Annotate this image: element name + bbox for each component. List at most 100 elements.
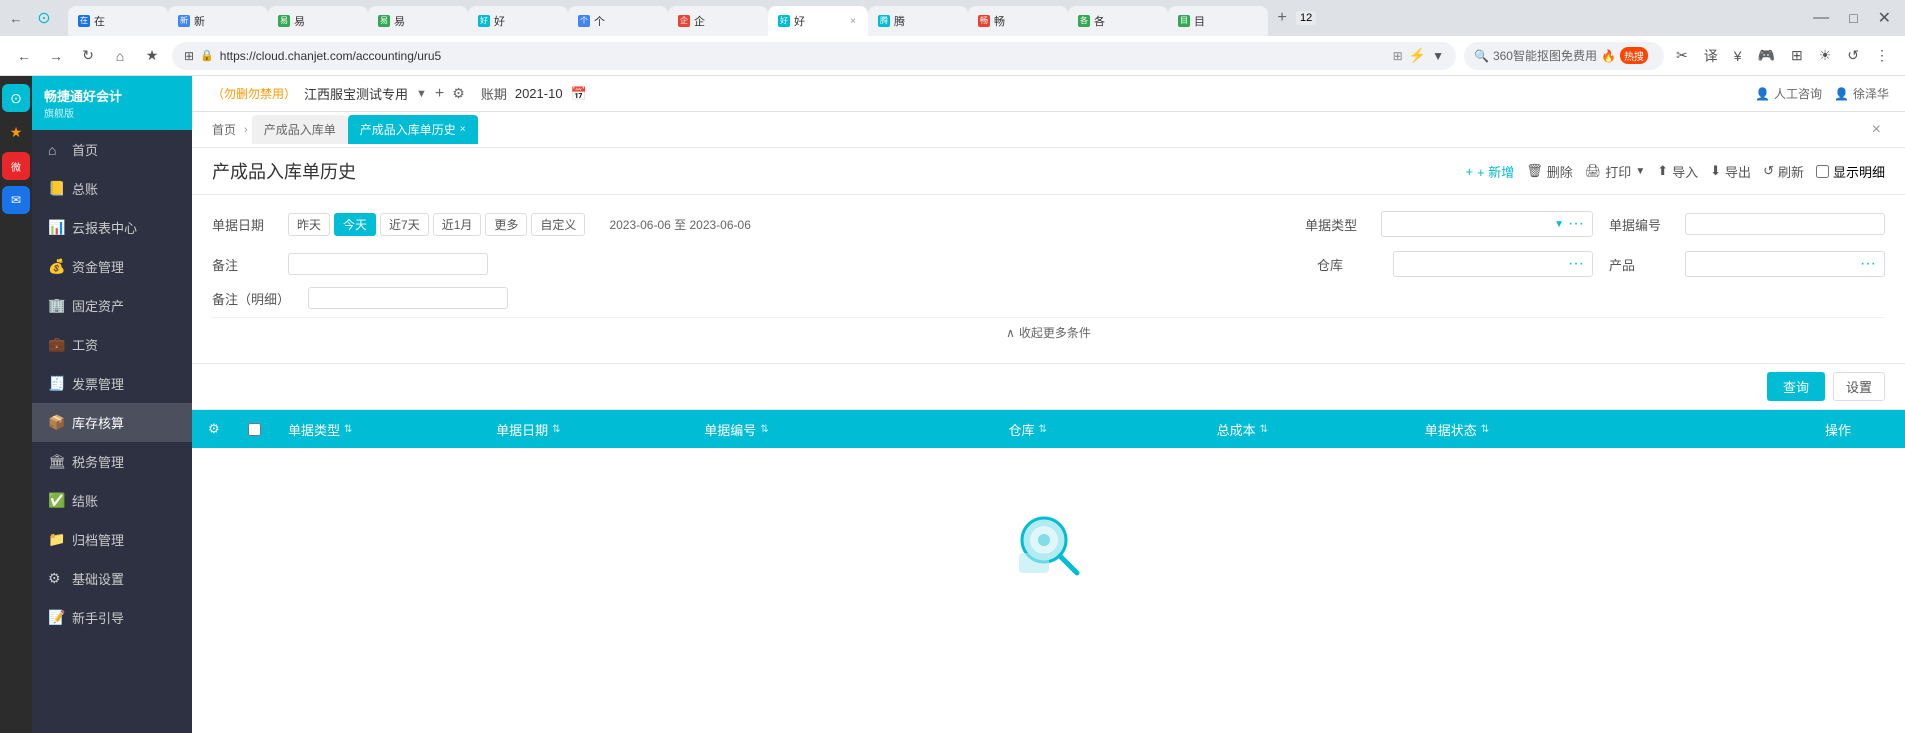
tab-item-8[interactable]: 好 好 ×: [768, 6, 868, 36]
sidebar-item-fixed[interactable]: 🏢 固定资产: [32, 286, 192, 325]
home-button[interactable]: ⌂: [108, 44, 132, 68]
undo-tool[interactable]: ↺: [1843, 43, 1863, 68]
delete-button[interactable]: 🗑 删除: [1526, 162, 1573, 181]
sidebar-item-funds[interactable]: 💰 资金管理: [32, 247, 192, 286]
date-btn-custom[interactable]: 自定义: [531, 213, 585, 236]
service-button[interactable]: 👤 人工咨询: [1755, 85, 1822, 102]
sidebar-item-checkout[interactable]: ✅ 结账: [32, 481, 192, 520]
close-window-button[interactable]: ✕: [1868, 8, 1901, 28]
refresh-button[interactable]: ↺ 刷新: [1763, 162, 1804, 181]
print-button[interactable]: 🖨 打印 ▼: [1585, 162, 1645, 181]
sidebar-header[interactable]: 畅捷通好会计 旗舰版: [32, 76, 192, 130]
product-dots-icon[interactable]: ···: [1860, 255, 1876, 273]
bookmark-button[interactable]: ★: [140, 44, 164, 68]
date-btn-more[interactable]: 更多: [485, 213, 527, 236]
account-dropdown[interactable]: ▼: [416, 88, 427, 100]
game-tool[interactable]: 🎮: [1754, 43, 1779, 68]
query-button[interactable]: 查询: [1767, 372, 1825, 401]
browser-back-icon[interactable]: ←: [4, 6, 28, 30]
th-warehouse[interactable]: 仓库 ⇅: [1000, 420, 1208, 439]
star-app-icon[interactable]: ★: [2, 118, 30, 146]
sidebar-item-newtype[interactable]: 📝 新手引导: [32, 598, 192, 637]
more-tool[interactable]: ⋮: [1871, 43, 1893, 68]
date-btn-1month[interactable]: 近1月: [433, 213, 482, 236]
user-avatar[interactable]: 👤 徐泽华: [1834, 85, 1889, 102]
th-checkbox[interactable]: [240, 423, 280, 436]
tab-item-3[interactable]: 易 易: [268, 6, 368, 36]
tab-item-11[interactable]: 各 各: [1068, 6, 1168, 36]
date-btn-today[interactable]: 今天: [334, 213, 376, 236]
mail-app-icon[interactable]: ✉: [2, 186, 30, 214]
tab-item-7[interactable]: 企 企: [668, 6, 768, 36]
add-button[interactable]: + + 新增: [1465, 162, 1514, 181]
tab-history[interactable]: 产成品入库单历史 ×: [348, 115, 478, 144]
import-button[interactable]: ⬆ 导入: [1657, 162, 1698, 181]
warehouse-dots-icon[interactable]: ···: [1568, 255, 1584, 273]
add-account-button[interactable]: +: [435, 85, 444, 103]
breadcrumb-home[interactable]: 首页: [208, 121, 240, 138]
expand-icon: ⊞: [1393, 49, 1403, 63]
minimize-button[interactable]: —: [1803, 9, 1839, 27]
scissors-tool[interactable]: ✂: [1672, 43, 1692, 68]
sidebar-item-inventory[interactable]: 📦 库存核算: [32, 403, 192, 442]
sidebar-item-ledger[interactable]: 📒 总账: [32, 169, 192, 208]
th-num[interactable]: 单据编号 ⇅: [696, 420, 1000, 439]
table-settings-icon[interactable]: ⚙: [208, 421, 220, 437]
browser-nav-icon[interactable]: ⊙: [32, 6, 56, 30]
sidebar-item-invoice[interactable]: 🧾 发票管理: [32, 364, 192, 403]
tab-item-4[interactable]: 易 易: [368, 6, 468, 36]
translate-tool[interactable]: 译: [1700, 42, 1722, 70]
page-header: 产成品入库单历史 + + 新增 🗑 删除 🖨 打印 ▼: [192, 148, 1905, 195]
tab-item-6[interactable]: 个 个: [568, 6, 668, 36]
tab-item-2[interactable]: 新 新: [168, 6, 268, 36]
th-date[interactable]: 单据日期 ⇅: [488, 420, 696, 439]
tab-item-1[interactable]: 在 在: [68, 6, 168, 36]
sidebar-item-settings[interactable]: ⚙ 基础设置: [32, 559, 192, 598]
dropdown-icon[interactable]: ▼: [1432, 49, 1444, 63]
num-filter-input[interactable]: [1685, 213, 1885, 235]
export-button[interactable]: ⬇ 导出: [1710, 162, 1751, 181]
search-bar[interactable]: 🔍 360智能抠图免费用 🔥 热搜: [1464, 42, 1664, 70]
tab-item-10[interactable]: 畅 畅: [968, 6, 1068, 36]
note-detail-input[interactable]: [308, 287, 508, 309]
th-type[interactable]: 单据类型 ⇅: [280, 420, 488, 439]
collapse-button[interactable]: ∧ 收起更多条件: [212, 317, 1885, 347]
settings-button[interactable]: 设置: [1833, 372, 1885, 401]
product-filter-select[interactable]: ···: [1685, 251, 1885, 277]
grid-tool[interactable]: ⊞: [1787, 43, 1807, 68]
tab-item-5[interactable]: 好 好: [468, 6, 568, 36]
th-cost[interactable]: 总成本 ⇅: [1209, 420, 1417, 439]
tab-list[interactable]: 产成品入库单: [252, 115, 348, 144]
back-button[interactable]: ←: [12, 44, 36, 68]
forward-button[interactable]: →: [44, 44, 68, 68]
weibo-app-icon[interactable]: 微: [2, 152, 30, 180]
sidebar-item-archive[interactable]: 📁 归档管理: [32, 520, 192, 559]
sidebar-item-home[interactable]: ⌂ 首页: [32, 130, 192, 169]
reload-button[interactable]: ↻: [76, 44, 100, 68]
close-panel-button[interactable]: ×: [1864, 121, 1889, 139]
sidebar-item-salary[interactable]: 💼 工资: [32, 325, 192, 364]
new-tab-button[interactable]: +: [1268, 4, 1296, 32]
sidebar-item-tax[interactable]: 🏛 税务管理: [32, 442, 192, 481]
show-columns-checkbox[interactable]: 显示明细: [1816, 162, 1885, 181]
calendar-icon[interactable]: 📅: [571, 86, 587, 102]
th-settings[interactable]: ⚙: [200, 421, 240, 437]
th-status[interactable]: 单据状态 ⇅: [1417, 420, 1625, 439]
tab-item-9[interactable]: 腾 腾: [868, 6, 968, 36]
brightness-tool[interactable]: ☀: [1815, 43, 1836, 68]
warehouse-filter-select[interactable]: ···: [1393, 251, 1593, 277]
tab-history-close[interactable]: ×: [460, 124, 466, 135]
home-app-icon[interactable]: ⊙: [2, 84, 30, 112]
address-bar[interactable]: ⊞ 🔒 https://cloud.chanjet.com/accounting…: [172, 42, 1456, 70]
date-btn-yesterday[interactable]: 昨天: [288, 213, 330, 236]
date-btn-7days[interactable]: 近7天: [380, 213, 429, 236]
yuan-tool[interactable]: ¥: [1730, 44, 1746, 68]
type-dots-icon[interactable]: ···: [1568, 215, 1584, 233]
tab-item-12[interactable]: 目 目: [1168, 6, 1268, 36]
tab-close-8[interactable]: ×: [848, 14, 858, 29]
maximize-button[interactable]: □: [1839, 10, 1867, 26]
note-filter-input[interactable]: [288, 253, 488, 275]
type-filter-select[interactable]: ▼ ···: [1381, 211, 1593, 237]
settings-gear-icon[interactable]: ⚙: [452, 85, 465, 102]
sidebar-item-reports[interactable]: 📊 云报表中心: [32, 208, 192, 247]
